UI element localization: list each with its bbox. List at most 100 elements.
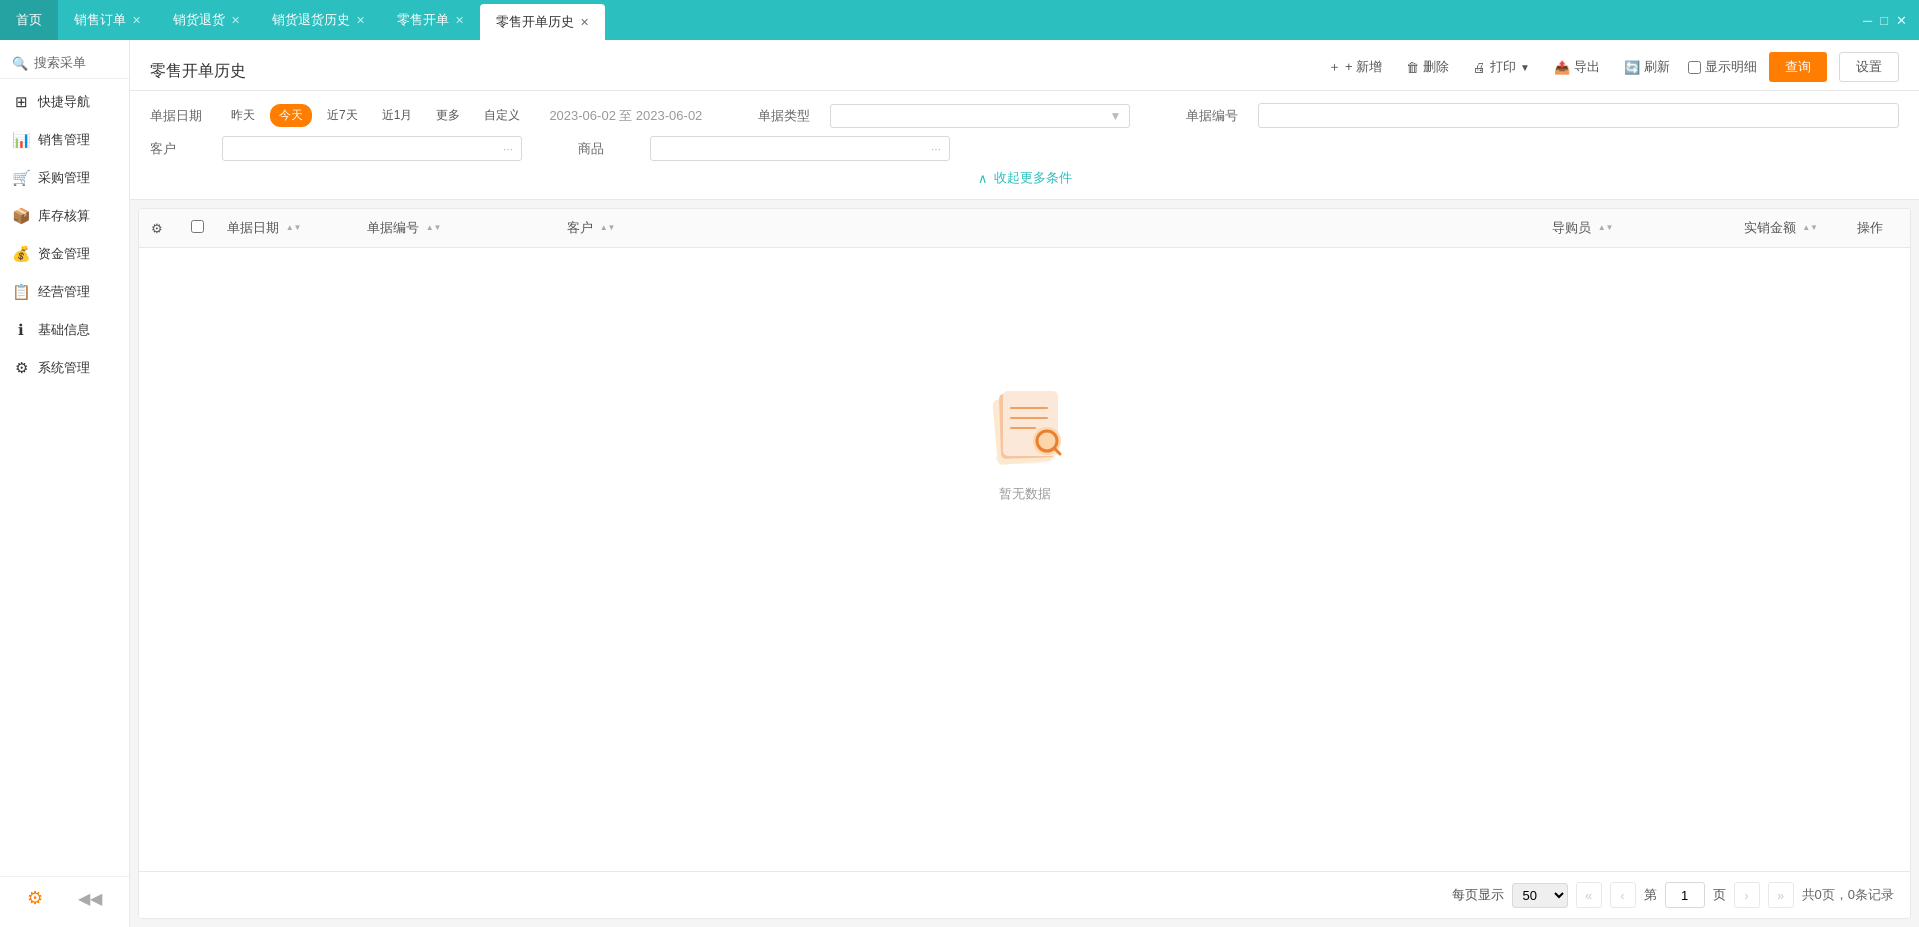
date-more[interactable]: 更多 — [427, 104, 469, 127]
sidebar-item-sales-mgmt[interactable]: 📊 销售管理 — [0, 121, 129, 159]
tab-retail-history-close[interactable]: ✕ — [580, 16, 589, 29]
window-close[interactable]: ✕ — [1896, 13, 1907, 28]
sidebar-item-label: 基础信息 — [38, 321, 90, 339]
number-input-field[interactable] — [1267, 108, 1890, 123]
date-last7[interactable]: 近7天 — [318, 104, 367, 127]
delete-button[interactable]: 🗑 删除 — [1400, 54, 1455, 80]
delete-label: 删除 — [1423, 58, 1449, 76]
sidebar-item-system[interactable]: ⚙ 系统管理 — [0, 349, 129, 387]
th-number[interactable]: 单据编号 ▲▼ — [355, 209, 555, 248]
sidebar-collapse-icon[interactable]: ◀◀ — [78, 889, 102, 908]
table-settings-icon[interactable]: ⚙ — [151, 221, 163, 236]
window-maximize[interactable]: □ — [1880, 13, 1888, 28]
tab-sales-return[interactable]: 销货退货 ✕ — [157, 0, 256, 40]
sidebar-item-label: 资金管理 — [38, 245, 90, 263]
sidebar-item-label: 销售管理 — [38, 131, 90, 149]
system-icon: ⚙ — [12, 359, 30, 377]
query-button[interactable]: 查询 — [1769, 52, 1827, 82]
sidebar-item-operations[interactable]: 📋 经营管理 — [0, 273, 129, 311]
prev-page-btn[interactable]: ‹ — [1610, 882, 1636, 908]
add-label: + 新增 — [1345, 58, 1382, 76]
export-label: 导出 — [1574, 58, 1600, 76]
empty-state: 暂无数据 — [139, 248, 1910, 628]
settings-button[interactable]: 设置 — [1839, 52, 1899, 82]
export-icon: 📤 — [1554, 60, 1570, 75]
goods-input[interactable]: ··· — [650, 136, 950, 161]
date-filter-label: 单据日期 — [150, 107, 206, 125]
tab-retail-open[interactable]: 零售开单 ✕ — [381, 0, 480, 40]
sidebar-item-basic-info[interactable]: ℹ 基础信息 — [0, 311, 129, 349]
th-amount[interactable]: 实销金额 ▲▼ — [1690, 209, 1830, 248]
tab-retail-open-close[interactable]: ✕ — [455, 14, 464, 27]
sidebar-item-purchase-mgmt[interactable]: 🛒 采购管理 — [0, 159, 129, 197]
sidebar-item-label: 经营管理 — [38, 283, 90, 301]
tab-sales-return-history[interactable]: 销货退货历史 ✕ — [256, 0, 381, 40]
sidebar-settings-icon[interactable]: ⚙ — [27, 887, 43, 909]
tab-retail-open-label: 零售开单 — [397, 11, 449, 29]
first-page-btn[interactable]: « — [1576, 882, 1602, 908]
next-page-btn[interactable]: › — [1734, 882, 1760, 908]
sidebar-item-label: 采购管理 — [38, 169, 90, 187]
sidebar-search[interactable]: 🔍 搜索采单 — [0, 48, 129, 79]
th-customer-label: 客户 — [567, 220, 593, 235]
window-minimize[interactable]: ─ — [1863, 13, 1872, 28]
print-dropdown-icon: ▼ — [1520, 62, 1530, 73]
sidebar-item-inventory[interactable]: 📦 库存核算 — [0, 197, 129, 235]
date-last-month[interactable]: 近1月 — [373, 104, 422, 127]
th-customer[interactable]: 客户 ▲▼ — [555, 209, 1540, 248]
last-page-btn[interactable]: » — [1768, 882, 1794, 908]
customer-input-field[interactable] — [231, 141, 499, 156]
finance-icon: 💰 — [12, 245, 30, 263]
tab-home[interactable]: 首页 — [0, 0, 58, 40]
first-page-icon: « — [1585, 888, 1592, 903]
date-yesterday[interactable]: 昨天 — [222, 104, 264, 127]
tab-sales-return-history-close[interactable]: ✕ — [356, 14, 365, 27]
type-select[interactable]: ▼ — [830, 104, 1130, 128]
empty-illustration — [975, 373, 1075, 473]
type-filter-label: 单据类型 — [758, 107, 814, 125]
print-icon: 🖨 — [1473, 60, 1486, 75]
collapse-bar[interactable]: ∧ 收起更多条件 — [150, 169, 1899, 187]
sidebar-item-label: 系统管理 — [38, 359, 90, 377]
filter-row-1: 单据日期 昨天 今天 近7天 近1月 更多 自定义 2023-06-02 至 2… — [150, 103, 1899, 128]
th-date-label: 单据日期 — [227, 220, 279, 235]
th-number-label: 单据编号 — [367, 220, 419, 235]
empty-label: 暂无数据 — [999, 485, 1051, 503]
per-page-select[interactable]: 50 10 20 100 — [1512, 883, 1568, 908]
customer-input[interactable]: ··· — [222, 136, 522, 161]
show-detail-checkbox[interactable] — [1688, 61, 1701, 74]
export-button[interactable]: 📤 导出 — [1548, 54, 1606, 80]
tab-sales-order[interactable]: 销售订单 ✕ — [58, 0, 157, 40]
sidebar-item-finance[interactable]: 💰 资金管理 — [0, 235, 129, 273]
collapse-up-icon: ∧ — [978, 171, 988, 186]
tab-retail-history-label: 零售开单历史 — [496, 13, 574, 31]
print-button[interactable]: 🖨 打印 ▼ — [1467, 54, 1536, 80]
page-input[interactable] — [1665, 882, 1705, 908]
th-date[interactable]: 单据日期 ▲▼ — [215, 209, 355, 248]
window-controls: ─ □ ✕ — [1863, 13, 1919, 28]
sort-number-icon: ▲▼ — [426, 224, 442, 233]
sidebar: 🔍 搜索采单 ⊞ 快捷导航 📊 销售管理 🛒 采购管理 📦 库存核算 💰 资金管… — [0, 40, 130, 927]
refresh-button[interactable]: 🔄 刷新 — [1618, 54, 1676, 80]
customer-dots-icon[interactable]: ··· — [503, 142, 513, 156]
collapse-label: 收起更多条件 — [994, 169, 1072, 187]
th-salesperson[interactable]: 导购员 ▲▼ — [1540, 209, 1690, 248]
select-all-checkbox[interactable] — [191, 220, 204, 233]
number-filter-label: 单据编号 — [1186, 107, 1242, 125]
basic-info-icon: ℹ — [12, 321, 30, 339]
add-button[interactable]: ＋ + 新增 — [1322, 54, 1388, 80]
tab-sales-return-close[interactable]: ✕ — [231, 14, 240, 27]
goods-input-field[interactable] — [659, 141, 927, 156]
prev-page-icon: ‹ — [1620, 888, 1624, 903]
date-today[interactable]: 今天 — [270, 104, 312, 127]
sort-customer-icon: ▲▼ — [600, 224, 616, 233]
tab-retail-history[interactable]: 零售开单历史 ✕ — [480, 4, 605, 40]
number-input[interactable] — [1258, 103, 1899, 128]
add-icon: ＋ — [1328, 58, 1341, 76]
goods-dots-icon[interactable]: ··· — [931, 142, 941, 156]
last-page-icon: » — [1777, 888, 1784, 903]
date-custom[interactable]: 自定义 — [475, 104, 529, 127]
show-detail-label: 显示明细 — [1705, 58, 1757, 76]
sidebar-item-quick-nav[interactable]: ⊞ 快捷导航 — [0, 83, 129, 121]
tab-sales-order-close[interactable]: ✕ — [132, 14, 141, 27]
